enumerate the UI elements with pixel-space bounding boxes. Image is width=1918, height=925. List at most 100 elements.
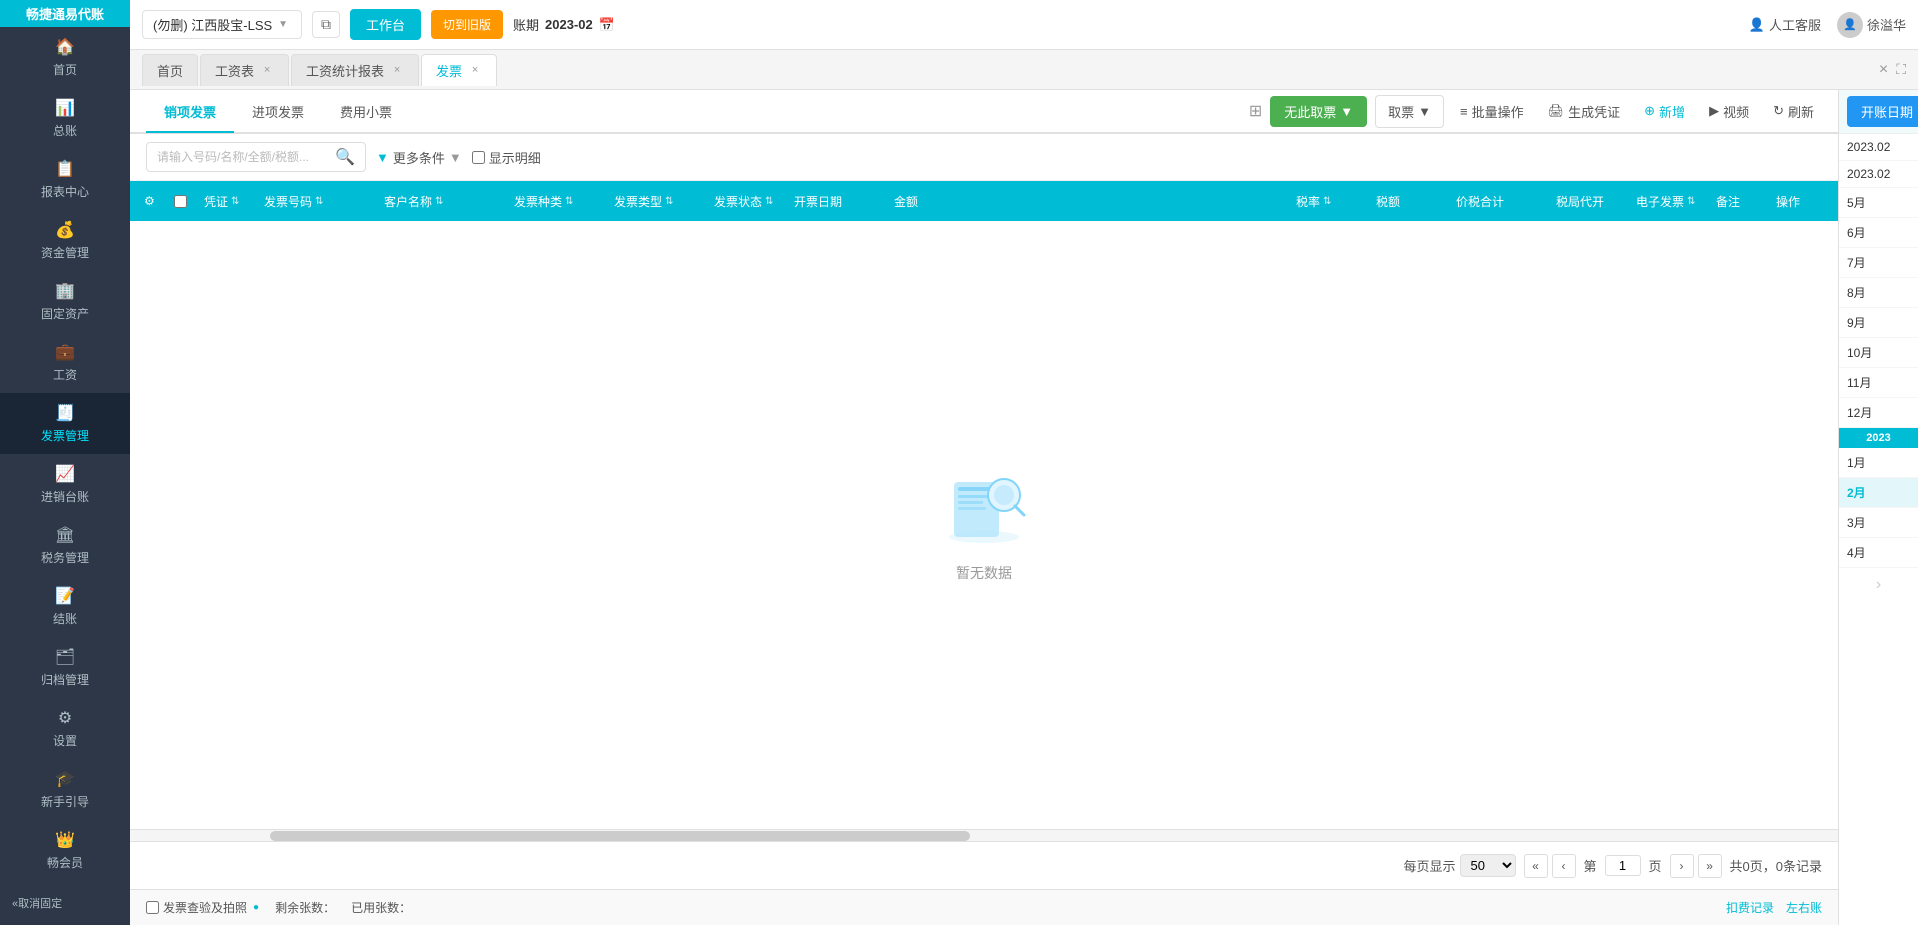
sidebar-item-finance[interactable]: 💰 资金管理 <box>0 210 130 271</box>
period-item-2023-02-b[interactable]: 2023.02 <box>1839 161 1918 188</box>
sidebar-item-member[interactable]: 👑 畅会员 <box>0 820 130 881</box>
balance-link[interactable]: 左右账 <box>1786 899 1822 916</box>
sidebar-item-sales[interactable]: 📈 进销台账 <box>0 454 130 515</box>
empty-illustration <box>934 467 1034 547</box>
th-remark[interactable]: 备注 <box>1710 193 1770 210</box>
subtab-purchase-invoice[interactable]: 进项发票 <box>234 92 322 133</box>
period-panel-collapse[interactable]: › <box>1839 568 1918 602</box>
last-page-button[interactable]: » <box>1698 854 1722 878</box>
show-detail-check[interactable] <box>472 151 485 164</box>
video-button[interactable]: ▶ 视频 <box>1701 96 1757 127</box>
calendar-icon[interactable]: 📅 <box>599 17 615 33</box>
th-tax-rate[interactable]: 税率 ⇅ <box>1290 193 1370 210</box>
th-customer[interactable]: 客户名称 ⇅ <box>378 193 508 210</box>
close-payroll-tab[interactable]: × <box>260 63 274 77</box>
fee-record-link[interactable]: 扣费记录 <box>1726 899 1774 916</box>
th-voucher[interactable]: 凭证 ⇅ <box>198 193 258 210</box>
maximize-panel-button[interactable]: ⛶ <box>1896 61 1906 78</box>
period-item-2023-01[interactable]: 1月 <box>1839 448 1918 478</box>
close-panel-button[interactable]: × <box>1879 61 1888 79</box>
tab-home[interactable]: 首页 <box>142 54 198 86</box>
th-e-invoice[interactable]: 电子发票 ⇅ <box>1630 193 1710 210</box>
period-item-2022-10[interactable]: 10月 <box>1839 338 1918 368</box>
open-period-button[interactable]: 开账日期 <box>1847 96 1918 127</box>
more-conditions-button[interactable]: ▼ 更多条件 ▼ <box>376 148 462 167</box>
sidebar-item-archive[interactable]: 🗂 归档管理 <box>0 637 130 698</box>
th-tax[interactable]: 税额 <box>1370 193 1450 210</box>
close-invoice-tab[interactable]: × <box>468 63 482 77</box>
invoice-verify-checkbox[interactable] <box>146 901 159 914</box>
period-item-2022-07[interactable]: 7月 <box>1839 248 1918 278</box>
th-amount[interactable]: 金额 <box>888 193 1290 210</box>
tab-payroll[interactable]: 工资表 × <box>200 54 289 86</box>
generate-voucher-icon: 🖨 <box>1548 103 1565 119</box>
search-input[interactable] <box>157 150 329 164</box>
th-open-date[interactable]: 开票日期 <box>788 193 888 210</box>
sidebar-item-tax[interactable]: 🏛 税务管理 <box>0 515 130 576</box>
period-item-2022-09[interactable]: 9月 <box>1839 308 1918 338</box>
first-page-button[interactable]: « <box>1524 854 1548 878</box>
tab-invoice[interactable]: 发票 × <box>421 54 497 86</box>
period-item-2022-05[interactable]: 5月 <box>1839 188 1918 218</box>
new-invoice-button[interactable]: ⊕ 新增 <box>1636 96 1693 127</box>
payroll-stats-tab-label: 工资统计报表 <box>306 61 384 80</box>
page-navigation: « ‹ 第 页 › » <box>1524 854 1722 878</box>
prev-page-button[interactable]: ‹ <box>1552 854 1576 878</box>
period-item-2022-11[interactable]: 11月 <box>1839 368 1918 398</box>
period-panel: 开账日期 2023.02 2023.02 5月 6月 7月 8月 <box>1838 90 1918 925</box>
period-item-2022-12[interactable]: 12月 <box>1839 398 1918 428</box>
sidebar-item-reports[interactable]: 📋 报表中心 <box>0 149 130 210</box>
switch-old-button[interactable]: 切到旧版 <box>431 10 503 39</box>
period-item-2023-02-a[interactable]: 2023.02 <box>1839 134 1918 161</box>
refresh-button[interactable]: ↻ 刷新 <box>1765 96 1822 127</box>
close-payroll-stats-tab[interactable]: × <box>390 63 404 77</box>
next-page-button[interactable]: › <box>1670 854 1694 878</box>
copy-button[interactable]: ⧉ <box>312 11 340 38</box>
batch-ops-icon: ≡ <box>1460 104 1468 119</box>
th-invoice-status[interactable]: 发票状态 ⇅ <box>708 193 788 210</box>
th-tax-sum[interactable]: 价税合计 <box>1450 193 1550 210</box>
th-checkbox[interactable] <box>168 195 198 208</box>
company-selector[interactable]: (勿删) 江西股宝-LSS ▼ <box>142 10 302 39</box>
th-operation[interactable]: 操作 <box>1770 193 1830 210</box>
sidebar-item-invoice[interactable]: 🧾 发票管理 <box>0 393 130 454</box>
page-size-selector[interactable]: 每页显示 10 20 50 100 <box>1403 854 1515 877</box>
period-item-2022-08[interactable]: 8月 <box>1839 278 1918 308</box>
sidebar-item-close[interactable]: 📝 结账 <box>0 576 130 637</box>
search-box[interactable]: 🔍 <box>146 142 366 172</box>
generate-voucher-button[interactable]: 🖨 生成凭证 <box>1540 96 1629 127</box>
user-avatar[interactable]: 👤 徐溢华 <box>1837 12 1906 38</box>
th-invoice-no[interactable]: 发票号码 ⇅ <box>258 193 378 210</box>
no-invoice-button[interactable]: 无此取票 ▼ <box>1270 96 1367 127</box>
th-tax-code[interactable]: 税局代开 <box>1550 193 1630 210</box>
subtab-expense-receipt[interactable]: 费用小票 <box>322 92 410 133</box>
horizontal-scrollbar[interactable] <box>130 829 1838 841</box>
period-item-2022-06[interactable]: 6月 <box>1839 218 1918 248</box>
page-input[interactable] <box>1605 855 1641 876</box>
period-item-2023-02[interactable]: 2月 <box>1839 478 1918 508</box>
show-detail-checkbox[interactable]: 显示明细 <box>472 148 541 167</box>
select-all-checkbox[interactable] <box>174 195 187 208</box>
support-button[interactable]: 👤 人工客服 <box>1749 15 1821 34</box>
subtab-sales-invoice[interactable]: 销项发票 <box>146 92 234 133</box>
page-size-select[interactable]: 10 20 50 100 <box>1460 854 1516 877</box>
period-item-2023-03[interactable]: 3月 <box>1839 508 1918 538</box>
grid-view-icon[interactable]: ⊞ <box>1249 101 1262 121</box>
sidebar-item-ledger[interactable]: 📊 总账 <box>0 88 130 149</box>
e-invoice-sort-icon: ⇅ <box>1687 196 1695 207</box>
tab-payroll-stats[interactable]: 工资统计报表 × <box>291 54 419 86</box>
horizontal-scroll-thumb[interactable] <box>270 831 970 841</box>
sidebar-item-assets[interactable]: 🏢 固定资产 <box>0 271 130 332</box>
sidebar-item-guide[interactable]: 🎓 新手引导 <box>0 759 130 820</box>
th-invoice-type2[interactable]: 发票类型 ⇅ <box>608 193 708 210</box>
th-settings[interactable]: ⚙ <box>138 194 168 208</box>
unpin-button[interactable]: «取消固定 <box>8 889 122 917</box>
sidebar-item-settings[interactable]: ⚙ 设置 <box>0 698 130 759</box>
workbench-button[interactable]: 工作台 <box>350 9 421 40</box>
sidebar-item-home[interactable]: 🏠 首页 <box>0 27 130 88</box>
get-invoice-button[interactable]: 取票 ▼ <box>1375 95 1444 128</box>
period-item-2023-04[interactable]: 4月 <box>1839 538 1918 568</box>
th-invoice-type[interactable]: 发票种类 ⇅ <box>508 193 608 210</box>
sidebar-item-payroll[interactable]: 💼 工资 <box>0 332 130 393</box>
batch-ops-button[interactable]: ≡ 批量操作 <box>1452 96 1532 127</box>
